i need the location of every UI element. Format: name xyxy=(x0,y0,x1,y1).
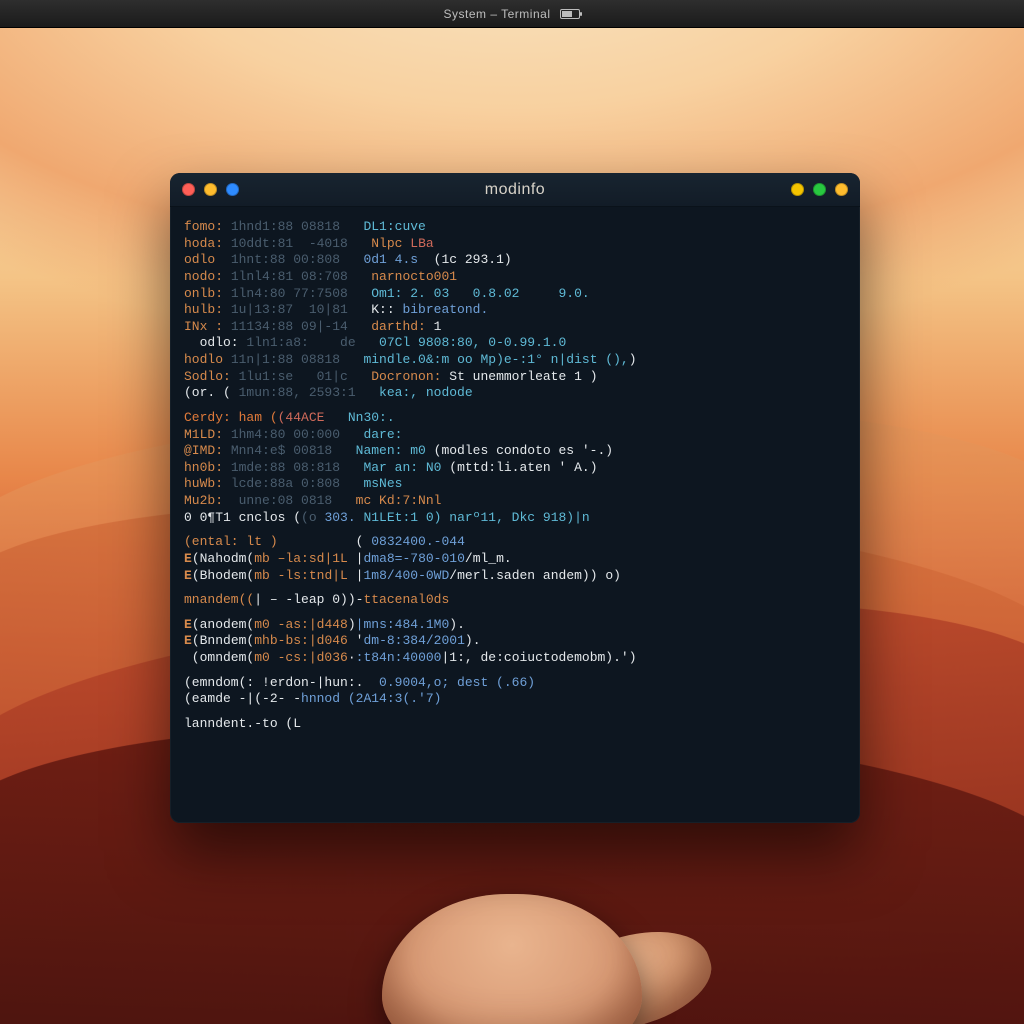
aux-dot-3-icon[interactable] xyxy=(835,183,848,196)
window-controls-right xyxy=(791,183,848,196)
terminal-line: hodlo 11n|1:88 08818 mindle.0&:m oo Mp)e… xyxy=(184,352,846,369)
zoom-icon[interactable] xyxy=(226,183,239,196)
terminal-line: Sodlo: 1lu1:se 01|c Docronon: St unemmor… xyxy=(184,369,846,386)
terminal-line: Cerdy: ham ((44ACE Nn30:. xyxy=(184,410,846,427)
terminal-line: E(Nahodm(mb –la:sd|1L |dma8=-780-010/ml_… xyxy=(184,551,846,568)
terminal-line: lanndent.-to (L xyxy=(184,716,846,733)
terminal-titlebar[interactable]: modinfo xyxy=(170,173,860,207)
terminal-line: odlo 1hnt:88 00:808 0d1 4.s (1c 293.1) xyxy=(184,252,846,269)
terminal-line: hoda: 10ddt:81 -4018 Nlpc LBa xyxy=(184,236,846,253)
terminal-line: hulb: 1u|13:87 10|81 K:: bibreatond. xyxy=(184,302,846,319)
terminal-line: hn0b: 1mde:88 08:818 Mar an: N0 (mttd:li… xyxy=(184,460,846,477)
terminal-line: E(anodem(m0 -as:|d448)|mns:484.1M0). xyxy=(184,617,846,634)
terminal-line: (omndem(m0 -cs:|d036·:t84n:40000|1:, de:… xyxy=(184,650,846,667)
terminal-line: (eamde -|(-2- -hnnod (2A14:3(.'7) xyxy=(184,691,846,708)
terminal-line: E(Bhodem(mb -ls:tnd|L |1m8/400-0WD/merl.… xyxy=(184,568,846,585)
terminal-line: (emndom(: !erdon-|hun:. 0.9004,o; dest (… xyxy=(184,675,846,692)
terminal-window[interactable]: modinfo fomo: 1hnd1:88 08818 DL1:cuvehod… xyxy=(170,173,860,823)
terminal-line: (or. ( 1mun:88, 2593:1 kea:, nodode xyxy=(184,385,846,402)
terminal-line: Mu2b: unne:08 0818 mc Kd:7:Nnl xyxy=(184,493,846,510)
system-title: System – Terminal xyxy=(444,7,551,21)
terminal-line: huWb: lcde:88a 0:808 msNes xyxy=(184,476,846,493)
system-menu-bar: System – Terminal xyxy=(0,0,1024,28)
terminal-line: mnandem((| – -leap 0))-ttacenal0ds xyxy=(184,592,846,609)
terminal-line: @IMD: Mnn4:e$ 00818 Namen: m0 (modles co… xyxy=(184,443,846,460)
desktop-wallpaper: modinfo fomo: 1hnd1:88 08818 DL1:cuvehod… xyxy=(0,28,1024,1024)
close-icon[interactable] xyxy=(182,183,195,196)
terminal-line: INx : 11134:88 09|-14 darthd: 1 xyxy=(184,319,846,336)
terminal-line: fomo: 1hnd1:88 08818 DL1:cuve xyxy=(184,219,846,236)
minimize-icon[interactable] xyxy=(204,183,217,196)
terminal-line: nodo: 1lnl4:81 08:708 narnocto001 xyxy=(184,269,846,286)
terminal-line: E(Bnndem(mhb-bs:|d046 'dm-8:384/2001). xyxy=(184,633,846,650)
terminal-line: (ental: lt ) ( 0832400.-044 xyxy=(184,534,846,551)
terminal-line: onlb: 1ln4:80 77:7508 Om1: 2. 03 0.8.02 … xyxy=(184,286,846,303)
terminal-output[interactable]: fomo: 1hnd1:88 08818 DL1:cuvehoda: 10ddt… xyxy=(170,207,860,747)
window-controls-left xyxy=(182,183,239,196)
aux-dot-2-icon[interactable] xyxy=(813,183,826,196)
terminal-line: M1LD: 1hm4:80 00:000 dare: xyxy=(184,427,846,444)
terminal-line: 0 0¶T1 cnclos ((o 303. N1LEt:1 0) narº11… xyxy=(184,510,846,527)
terminal-title: modinfo xyxy=(170,181,860,199)
battery-icon xyxy=(560,9,580,19)
terminal-line: odlo: 1ln1:a8: de 07Cl 9808:80, 0-0.99.1… xyxy=(184,335,846,352)
aux-dot-1-icon[interactable] xyxy=(791,183,804,196)
